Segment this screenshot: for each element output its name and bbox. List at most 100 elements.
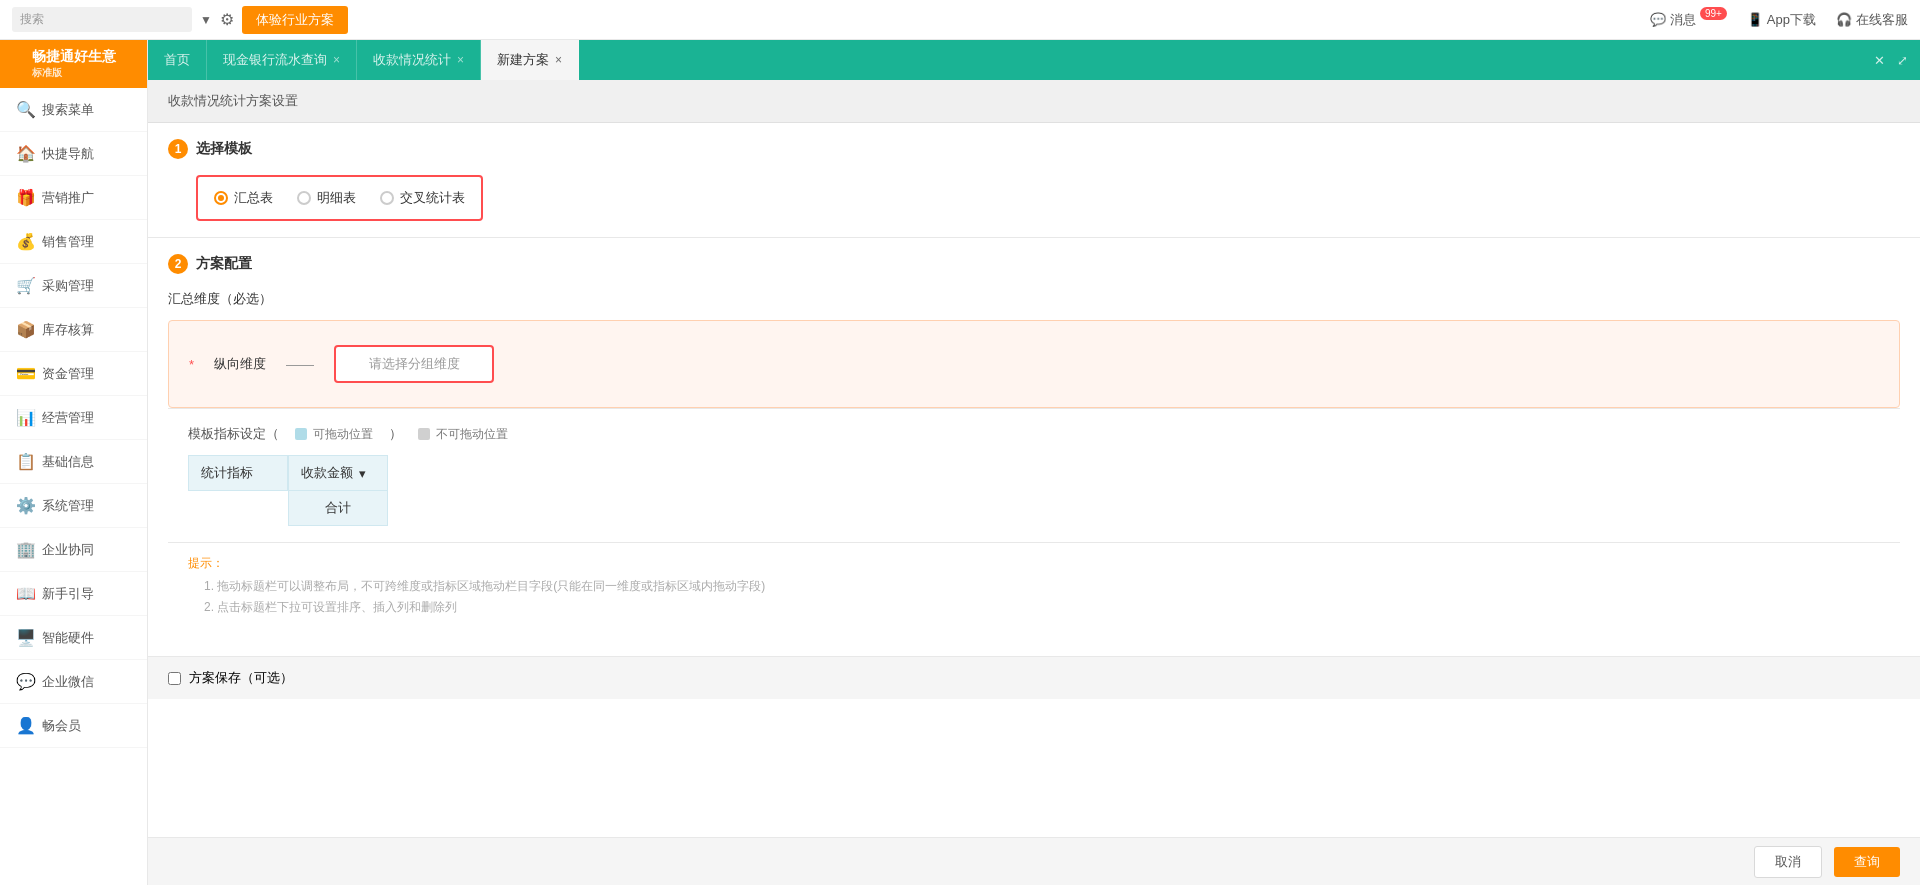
trial-button[interactable]: 体验行业方案 [242, 6, 348, 34]
dimension-title: 汇总维度（必选） [168, 290, 1900, 308]
sidebar-label-hardware: 智能硬件 [42, 629, 94, 647]
top-search-box[interactable]: 搜索 [12, 7, 192, 32]
step2-label: 方案配置 [196, 255, 252, 273]
tab-home-label: 首页 [164, 51, 190, 69]
sidebar-label-inventory: 库存核算 [42, 321, 94, 339]
tab-bank-close[interactable]: × [333, 53, 340, 67]
service-icon: 🎧 [1836, 12, 1852, 27]
tab-bank[interactable]: 现金银行流水查询 × [207, 40, 357, 80]
cart-icon: 🛒 [16, 276, 34, 295]
top-bar: 搜索 ▼ ⚙ 体验行业方案 💬 消息 99+ 📱 App下载 🎧 在线客服 [0, 0, 1920, 40]
hints-section: 提示： 1. 拖动标题栏可以调整布局，不可跨维度或指标区域拖动栏目字段(只能在同… [168, 542, 1900, 640]
tab-home[interactable]: 首页 [148, 40, 207, 80]
sidebar-label-sales: 销售管理 [42, 233, 94, 251]
page-content: 收款情况统计方案设置 1 选择模板 汇总表 [148, 80, 1920, 837]
sidebar-item-wechat[interactable]: 💬 企业微信 [0, 660, 147, 704]
legend-draggable: 可拖动位置 [295, 426, 373, 443]
gift-icon: 🎁 [16, 188, 34, 207]
top-bar-dropdown[interactable]: ▼ [200, 13, 212, 27]
tab-new-plan[interactable]: 新建方案 × [481, 40, 579, 80]
step1-badge: 1 [168, 139, 188, 159]
hints-title: 提示： [188, 555, 1880, 572]
chat-icon: 💬 [16, 672, 34, 691]
radio-summary[interactable]: 汇总表 [214, 189, 273, 207]
tab-stats[interactable]: 收款情况统计 × [357, 40, 481, 80]
legend-fixed-label: 不可拖动位置 [436, 426, 508, 443]
tab-stats-close[interactable]: × [457, 53, 464, 67]
metric-col-amount-header[interactable]: 收款金额 ▾ [288, 455, 388, 491]
logo-sub: 标准版 [32, 66, 116, 80]
sidebar-item-purchase[interactable]: 🛒 采购管理 [0, 264, 147, 308]
radio-cross[interactable]: 交叉统计表 [380, 189, 465, 207]
metrics-title: 模板指标设定（ [188, 425, 279, 443]
settings-icon: ⚙️ [16, 496, 34, 515]
sidebar-item-finance[interactable]: 💳 资金管理 [0, 352, 147, 396]
page-inner: 收款情况统计方案设置 1 选择模板 汇总表 [148, 80, 1920, 837]
app-download-button[interactable]: 📱 App下载 [1747, 11, 1816, 29]
metrics-section: 模板指标设定（ 可拖动位置 ） 不可拖动位置 [168, 408, 1900, 542]
sidebar-item-marketing[interactable]: 🎁 营销推广 [0, 176, 147, 220]
tab-bar-right: ✕ ⤢ [1874, 53, 1920, 68]
cancel-button[interactable]: 取消 [1754, 846, 1822, 878]
sidebar-item-member[interactable]: 👤 畅会员 [0, 704, 147, 748]
step2-badge: 2 [168, 254, 188, 274]
save-label: 方案保存（可选） [189, 669, 293, 687]
query-button[interactable]: 查询 [1834, 847, 1900, 877]
dimension-select-button[interactable]: 请选择分组维度 [334, 345, 494, 383]
tab-bank-label: 现金银行流水查询 [223, 51, 327, 69]
sidebar-item-sales[interactable]: 💰 销售管理 [0, 220, 147, 264]
sidebar-item-quick-nav[interactable]: 🏠 快捷导航 [0, 132, 147, 176]
hint-item-2: 2. 点击标题栏下拉可设置排序、插入列和删除列 [188, 599, 1880, 616]
sidebar-item-search[interactable]: 🔍 搜索菜单 [0, 88, 147, 132]
radio-detail[interactable]: 明细表 [297, 189, 356, 207]
dimension-row: * 纵向维度 —— 请选择分组维度 [189, 345, 1879, 383]
sidebar-label-wechat: 企业微信 [42, 673, 94, 691]
radio-detail-circle [297, 191, 311, 205]
sidebar: 畅捷通好生意 标准版 🔍 搜索菜单 🏠 快捷导航 🎁 营销推广 💰 销售管理 🛒… [0, 40, 148, 885]
sidebar-item-basic[interactable]: 📋 基础信息 [0, 440, 147, 484]
legend-fixed: 不可拖动位置 [418, 426, 508, 443]
chart-icon: 📊 [16, 408, 34, 427]
tab-maximize-icon[interactable]: ⤢ [1897, 53, 1908, 68]
sidebar-item-corp[interactable]: 🏢 企业协同 [0, 528, 147, 572]
content-area: 首页 现金银行流水查询 × 收款情况统计 × 新建方案 × ✕ ⤢ [148, 40, 1920, 885]
sidebar-item-guide[interactable]: 📖 新手引导 [0, 572, 147, 616]
legend-draggable-dot [295, 428, 307, 440]
service-button[interactable]: 🎧 在线客服 [1836, 11, 1908, 29]
sidebar-item-operation[interactable]: 📊 经营管理 [0, 396, 147, 440]
sidebar-label-marketing: 营销推广 [42, 189, 94, 207]
home-icon: 🏠 [16, 144, 34, 163]
building-icon: 🏢 [16, 540, 34, 559]
save-section: 方案保存（可选） [148, 656, 1920, 699]
radio-detail-label: 明细表 [317, 189, 356, 207]
gear-icon[interactable]: ⚙ [220, 10, 234, 29]
page-header: 收款情况统计方案设置 [148, 80, 1920, 123]
tab-bar: 首页 现金银行流水查询 × 收款情况统计 × 新建方案 × ✕ ⤢ [148, 40, 1920, 80]
metric-col-stats-header: 统计指标 [188, 455, 288, 491]
tab-close-all-icon[interactable]: ✕ [1874, 53, 1885, 68]
book-icon: 📖 [16, 584, 34, 603]
page-title: 收款情况统计方案设置 [168, 93, 298, 108]
tab-new-plan-close[interactable]: × [555, 53, 562, 67]
template-options: 汇总表 明细表 交叉统计表 [196, 175, 483, 221]
message-button[interactable]: 💬 消息 99+ [1650, 11, 1727, 29]
sidebar-label-search: 搜索菜单 [42, 101, 94, 119]
money-icon: 💰 [16, 232, 34, 251]
sidebar-label-corp: 企业协同 [42, 541, 94, 559]
radio-cross-circle [380, 191, 394, 205]
sidebar-label-basic: 基础信息 [42, 453, 94, 471]
radio-summary-circle [214, 191, 228, 205]
amount-dropdown-icon[interactable]: ▾ [359, 466, 366, 481]
clipboard-icon: 📋 [16, 452, 34, 471]
hint-item-1: 1. 拖动标题栏可以调整布局，不可跨维度或指标区域拖动栏目字段(只能在同一维度或… [188, 578, 1880, 595]
sidebar-item-system[interactable]: ⚙️ 系统管理 [0, 484, 147, 528]
sidebar-item-hardware[interactable]: 🖥️ 智能硬件 [0, 616, 147, 660]
sidebar-logo: 畅捷通好生意 标准版 [0, 40, 147, 88]
step2-section: 2 方案配置 汇总维度（必选） * 纵向维度 —— 请选择分组维度 [148, 237, 1920, 656]
download-icon: 📱 [1747, 12, 1763, 27]
save-checkbox[interactable] [168, 672, 181, 685]
legend-fixed-dot [418, 428, 430, 440]
sidebar-item-inventory[interactable]: 📦 库存核算 [0, 308, 147, 352]
message-icon: 💬 [1650, 12, 1666, 27]
radio-cross-label: 交叉统计表 [400, 189, 465, 207]
